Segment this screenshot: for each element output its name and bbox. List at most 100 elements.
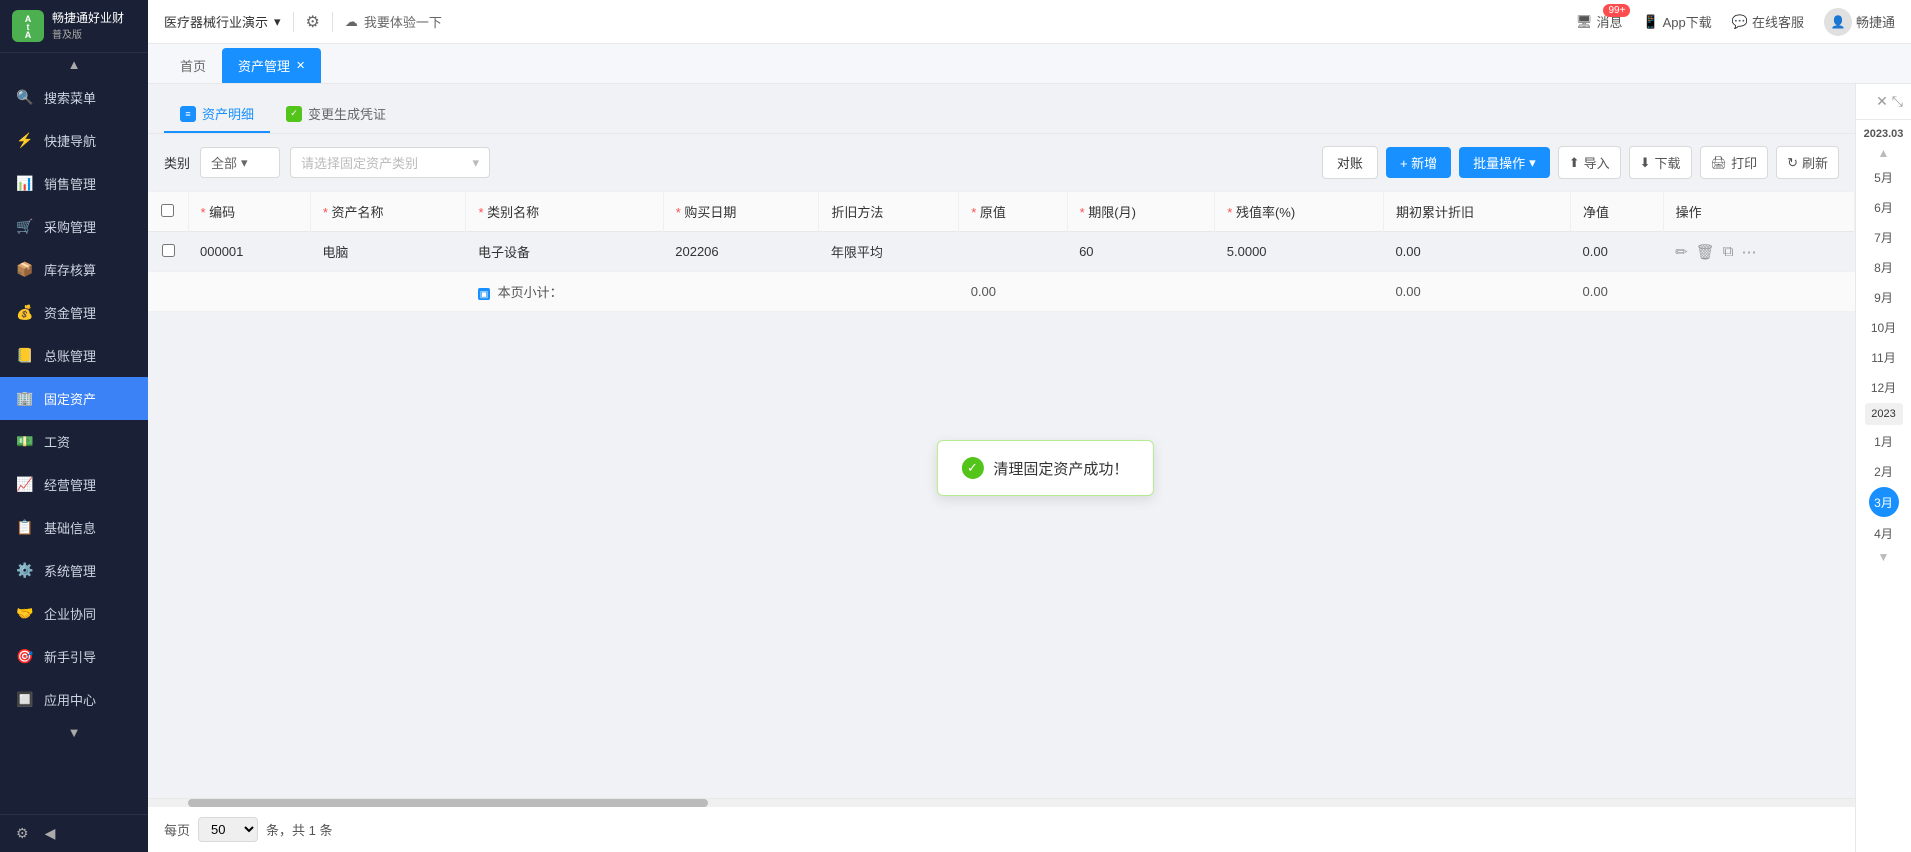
- inner-tab-asset-detail[interactable]: ≡ 资产明细: [164, 96, 270, 133]
- user-menu[interactable]: 👤 畅捷通: [1824, 8, 1895, 36]
- topbar-divider2: [332, 12, 333, 32]
- copy-icon[interactable]: ⧉: [1723, 243, 1734, 260]
- sidebar-item-inventory[interactable]: 📦 库存核算: [0, 248, 148, 291]
- sidebar-item-appstore[interactable]: 🔲 应用中心: [0, 678, 148, 721]
- th-period: 期限(月): [1067, 192, 1215, 232]
- collapse-icon[interactable]: ◀: [45, 825, 56, 842]
- calendar-expand-icon[interactable]: ⤡: [1892, 93, 1903, 110]
- toolbar: 类别 全部 ▾ 请选择固定资产类别 ▾ 对账 + 新增: [148, 134, 1855, 192]
- print-button[interactable]: 🖨 打印: [1700, 146, 1769, 179]
- experience-button[interactable]: ☁ 我要体验一下: [345, 12, 442, 31]
- delete-icon[interactable]: 🗑: [1696, 243, 1715, 261]
- sidebar-item-guide[interactable]: 🎯 新手引导: [0, 635, 148, 678]
- cal-month-7[interactable]: 7月: [1865, 223, 1903, 251]
- message-button[interactable]: 🖥 消息 99+: [1576, 12, 1623, 31]
- th-name: 资产名称: [310, 192, 466, 232]
- calendar-down-arrow[interactable]: ▼: [1876, 548, 1892, 566]
- online-service-button[interactable]: 💬 在线客服: [1732, 12, 1804, 31]
- cal-month-8[interactable]: 8月: [1865, 253, 1903, 281]
- add-button[interactable]: + 新增: [1386, 147, 1451, 178]
- sidebar-item-quicknav[interactable]: ⚡ 快捷导航: [0, 119, 148, 162]
- cal-month-12[interactable]: 12月: [1865, 373, 1903, 401]
- assets-table: 编码 资产名称 类别名称 购买日期 折旧方法 原值 期限(月) 残值率(%) 期…: [148, 192, 1855, 312]
- inner-tabs: ≡ 资产明细 ✓ 变更生成凭证: [148, 84, 1855, 134]
- calendar-header: ✕ ⤡: [1856, 84, 1911, 120]
- import-button[interactable]: ⬆ 导入: [1558, 146, 1621, 179]
- select-all-checkbox[interactable]: [161, 204, 174, 217]
- sidebar-item-system[interactable]: ⚙️ 系统管理: [0, 549, 148, 592]
- search-icon: 🔍: [16, 89, 34, 107]
- app-download-button[interactable]: 📱 App下载: [1642, 12, 1711, 31]
- sidebar-item-sales[interactable]: 📊 销售管理: [0, 162, 148, 205]
- import-icon: ⬆: [1569, 155, 1580, 171]
- subtotal-net: 0.00: [1571, 272, 1664, 312]
- cal-year-2023[interactable]: 2023: [1865, 403, 1903, 425]
- cal-month-4[interactable]: 4月: [1865, 519, 1903, 547]
- company-name: 医疗器械行业演示: [164, 12, 268, 31]
- row-checkbox[interactable]: [162, 244, 175, 257]
- topbar-right: 🖥 消息 99+ 📱 App下载 💬 在线客服 👤 畅捷通: [1576, 8, 1895, 36]
- tab-home[interactable]: 首页: [164, 48, 222, 83]
- sidebar-item-capital[interactable]: 💰 资金管理: [0, 291, 148, 334]
- change-voucher-icon: ✓: [286, 106, 302, 122]
- sidebar-item-payroll[interactable]: 💵 工资: [0, 420, 148, 463]
- sidebar-nav: ▲ 🔍 搜索菜单 ⚡ 快捷导航 📊 销售管理 🛒 采购管理 📦 库存核算 💰 资…: [0, 53, 148, 814]
- edit-icon[interactable]: ✏: [1675, 243, 1688, 261]
- sidebar-scroll-down[interactable]: ▼: [0, 721, 148, 744]
- sidebar-item-assets[interactable]: 🏢 固定资产: [0, 377, 148, 420]
- tabbar: 首页 资产管理 ✕: [148, 44, 1911, 84]
- cooperation-icon: 🤝: [16, 605, 34, 623]
- filter-category-select[interactable]: 请选择固定资产类别 ▾: [290, 147, 490, 178]
- capital-icon: 💰: [16, 304, 34, 322]
- cal-month-2[interactable]: 2月: [1865, 457, 1903, 485]
- row-name: 电脑: [310, 232, 466, 272]
- cal-month-9[interactable]: 9月: [1865, 283, 1903, 311]
- subtotal-row: ▣ 本页小计： 0.00 0.00 0.00: [148, 272, 1855, 312]
- cal-month-11[interactable]: 11月: [1865, 343, 1903, 371]
- logo-icon: AtA: [12, 10, 44, 42]
- calendar-close-icon[interactable]: ✕: [1876, 93, 1888, 110]
- cal-month-10[interactable]: 10月: [1865, 313, 1903, 341]
- quicknav-icon: ⚡: [16, 132, 34, 150]
- message-icon: 🖥: [1576, 14, 1593, 30]
- th-depreciation: 折旧方法: [819, 192, 959, 232]
- sidebar-item-search[interactable]: 🔍 搜索菜单: [0, 76, 148, 119]
- guide-icon: 🎯: [16, 648, 34, 666]
- success-toast: ✓ 清理固定资产成功！: [936, 440, 1153, 496]
- topbar-divider: [293, 12, 294, 32]
- download-button[interactable]: ⬇ 下载: [1629, 146, 1692, 179]
- cal-month-5[interactable]: 5月: [1865, 163, 1903, 191]
- filter-dropdown-icon: ▾: [241, 155, 248, 171]
- filter-category-default-select[interactable]: 全部 ▾: [200, 147, 280, 178]
- reconcile-button[interactable]: 对账: [1322, 146, 1378, 179]
- topbar-gear-icon[interactable]: ⚙: [306, 12, 320, 32]
- horizontal-scrollbar[interactable]: [148, 798, 1855, 806]
- per-page-select[interactable]: 50 100 200: [198, 817, 258, 842]
- main-layout: ≡ 资产明细 ✓ 变更生成凭证 类别 全部 ▾ 请选择固定资产类别 ▾: [148, 84, 1911, 852]
- cal-month-6[interactable]: 6月: [1865, 193, 1903, 221]
- horizontal-scroll-thumb[interactable]: [188, 799, 708, 807]
- calendar-up-arrow[interactable]: ▲: [1876, 144, 1892, 162]
- filter-category-label: 类别: [164, 153, 190, 172]
- company-selector[interactable]: 医疗器械行业演示 ▾: [164, 12, 281, 31]
- asset-detail-icon: ≡: [180, 106, 196, 122]
- per-page-label: 每页: [164, 820, 190, 839]
- success-message: 清理固定资产成功！: [993, 458, 1128, 479]
- sidebar-item-cooperation[interactable]: 🤝 企业协同: [0, 592, 148, 635]
- row-period: 60: [1067, 232, 1215, 272]
- tab-close-icon[interactable]: ✕: [296, 59, 305, 72]
- table-header-row: 编码 资产名称 类别名称 购买日期 折旧方法 原值 期限(月) 残值率(%) 期…: [148, 192, 1855, 232]
- sidebar-item-ledger[interactable]: 📒 总账管理: [0, 334, 148, 377]
- more-icon[interactable]: ⋯: [1741, 243, 1756, 261]
- batch-button[interactable]: 批量操作 ▾: [1459, 147, 1550, 178]
- cal-month-3-current[interactable]: 3月: [1869, 487, 1899, 517]
- settings-icon[interactable]: ⚙: [16, 825, 29, 842]
- tab-assets[interactable]: 资产管理 ✕: [222, 48, 321, 83]
- sidebar-item-operations[interactable]: 📈 经营管理: [0, 463, 148, 506]
- inner-tab-change-voucher[interactable]: ✓ 变更生成凭证: [270, 96, 402, 133]
- sidebar-item-basicinfo[interactable]: 📋 基础信息: [0, 506, 148, 549]
- cal-month-1[interactable]: 1月: [1865, 427, 1903, 455]
- sidebar-item-purchase[interactable]: 🛒 采购管理: [0, 205, 148, 248]
- sidebar-scroll-up[interactable]: ▲: [0, 53, 148, 76]
- refresh-button[interactable]: ↻ 刷新: [1776, 146, 1839, 179]
